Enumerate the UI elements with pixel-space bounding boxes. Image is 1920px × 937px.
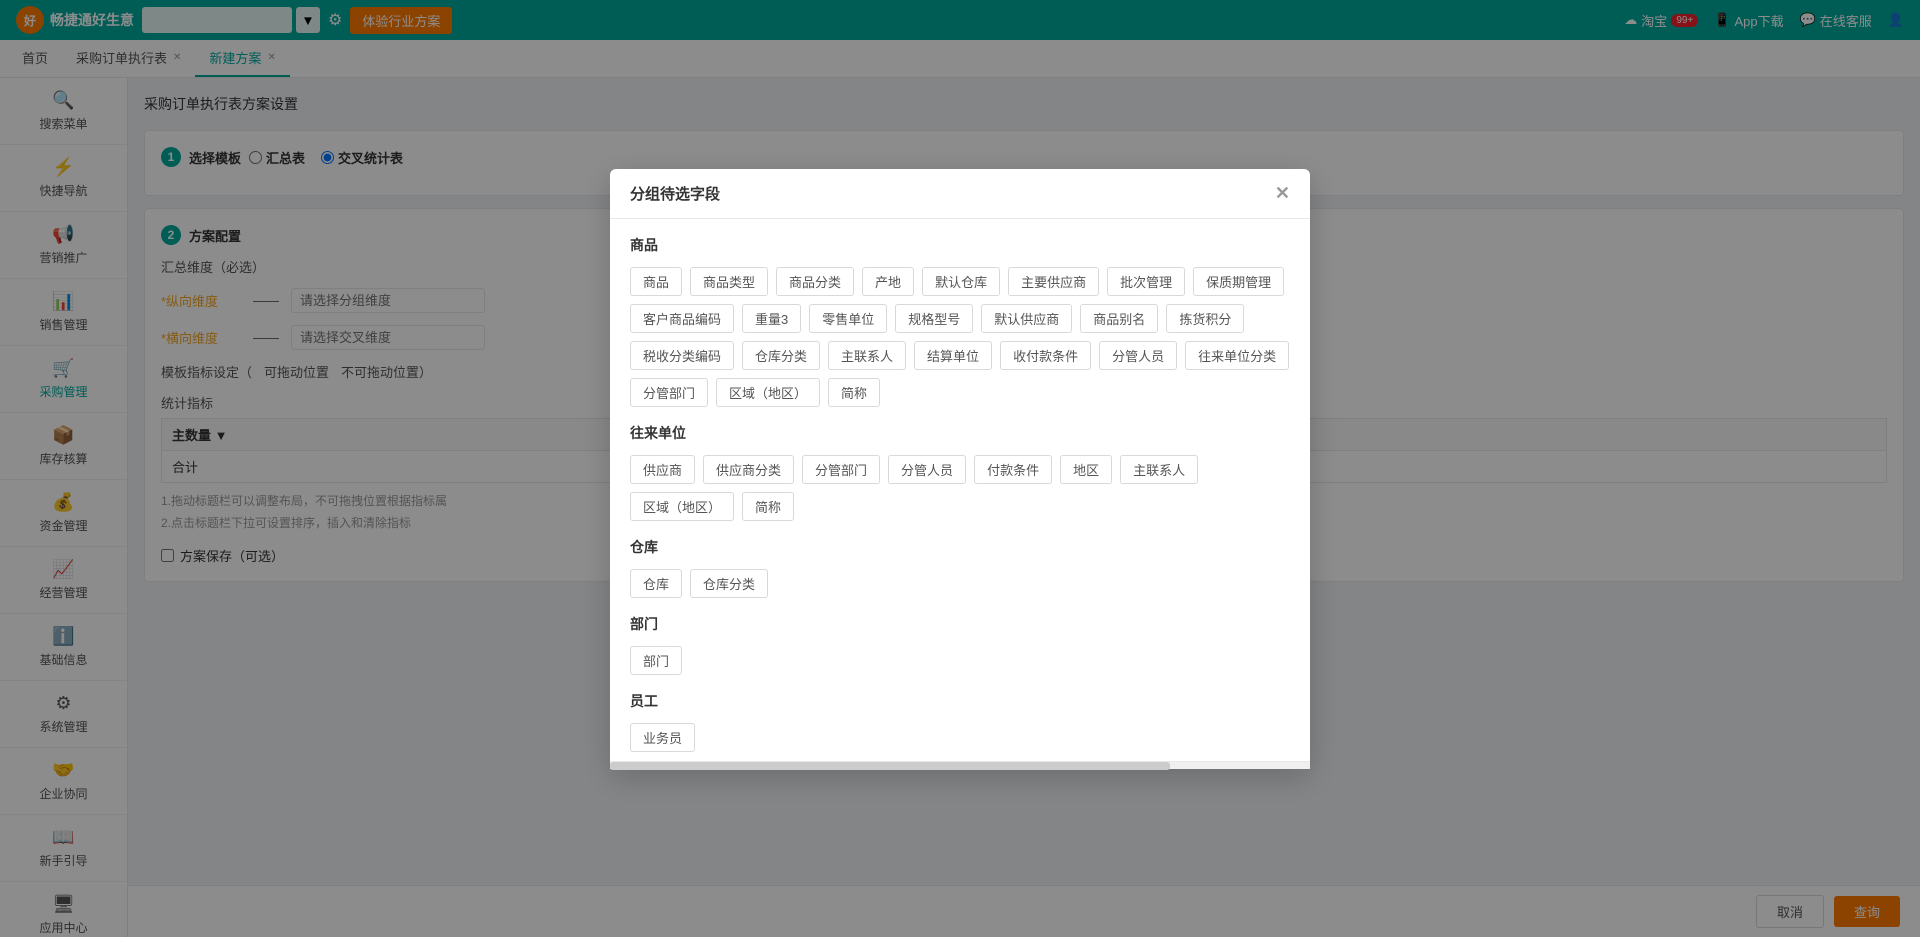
modal-section-title-1: 往来单位 [630,423,1290,443]
field-tag-0-24[interactable]: 简称 [828,378,880,407]
field-tag-0-9[interactable]: 重量3 [742,304,801,333]
modal-section-fields-2: 仓库仓库分类 [630,569,1290,598]
modal-overlay: 分组待选字段 ✕ 商品商品商品类型商品分类产地默认仓库主要供应商批次管理保质期管… [0,0,1920,937]
modal-body: 商品商品商品类型商品分类产地默认仓库主要供应商批次管理保质期管理客户商品编码重量… [610,219,1310,761]
field-tag-1-8[interactable]: 简称 [742,492,794,521]
field-tag-0-21[interactable]: 往来单位分类 [1185,341,1289,370]
field-tag-0-20[interactable]: 分管人员 [1099,341,1177,370]
field-tag-0-12[interactable]: 默认供应商 [981,304,1072,333]
modal-title: 分组待选字段 [630,183,720,204]
modal-section-title-4: 员工 [630,691,1290,711]
field-tag-3-0[interactable]: 部门 [630,646,682,675]
field-tag-0-4[interactable]: 默认仓库 [922,267,1000,296]
field-tag-0-17[interactable]: 主联系人 [828,341,906,370]
modal-section-title-2: 仓库 [630,537,1290,557]
modal-section-fields-0: 商品商品类型商品分类产地默认仓库主要供应商批次管理保质期管理客户商品编码重量3 零… [630,267,1290,407]
field-tag-0-3[interactable]: 产地 [862,267,914,296]
modal-section-fields-4: 业务员 [630,723,1290,752]
modal-section-title-3: 部门 [630,614,1290,634]
field-tag-0-14[interactable]: 拣货积分 [1166,304,1244,333]
field-tag-0-23[interactable]: 区域（地区） [716,378,820,407]
field-tag-0-18[interactable]: 结算单位 [914,341,992,370]
field-tag-0-16[interactable]: 仓库分类 [742,341,820,370]
modal-hscroll-thumb [610,762,1170,770]
modal-section-fields-1: 供应商供应商分类分管部门分管人员付款条件地区主联系人区域（地区） 简称 [630,455,1290,521]
field-tag-1-4[interactable]: 付款条件 [974,455,1052,484]
modal-horizontal-scrollbar[interactable] [610,761,1310,769]
field-tag-0-10[interactable]: 零售单位 [809,304,887,333]
field-tag-1-1[interactable]: 供应商分类 [703,455,794,484]
modal-close-btn[interactable]: ✕ [1275,184,1290,202]
field-tag-0-8[interactable]: 客户商品编码 [630,304,734,333]
field-tag-4-0[interactable]: 业务员 [630,723,695,752]
modal-section-title-0: 商品 [630,235,1290,255]
field-tag-2-0[interactable]: 仓库 [630,569,682,598]
field-tag-0-5[interactable]: 主要供应商 [1008,267,1099,296]
field-tag-1-6[interactable]: 主联系人 [1120,455,1198,484]
field-tag-0-22[interactable]: 分管部门 [630,378,708,407]
field-tag-0-2[interactable]: 商品分类 [776,267,854,296]
field-tag-0-15[interactable]: 税收分类编码 [630,341,734,370]
field-tag-0-6[interactable]: 批次管理 [1107,267,1185,296]
field-tag-1-0[interactable]: 供应商 [630,455,695,484]
field-tag-1-7[interactable]: 区域（地区） [630,492,734,521]
field-tag-0-7[interactable]: 保质期管理 [1193,267,1284,296]
field-tag-0-19[interactable]: 收付款条件 [1000,341,1091,370]
field-tag-2-1[interactable]: 仓库分类 [690,569,768,598]
field-tag-1-2[interactable]: 分管部门 [802,455,880,484]
field-tag-1-5[interactable]: 地区 [1060,455,1112,484]
field-tag-1-3[interactable]: 分管人员 [888,455,966,484]
modal-section-fields-3: 部门 [630,646,1290,675]
field-tag-0-1[interactable]: 商品类型 [690,267,768,296]
field-tag-0-0[interactable]: 商品 [630,267,682,296]
modal: 分组待选字段 ✕ 商品商品商品类型商品分类产地默认仓库主要供应商批次管理保质期管… [610,169,1310,769]
field-tag-0-13[interactable]: 商品别名 [1080,304,1158,333]
field-tag-0-11[interactable]: 规格型号 [895,304,973,333]
modal-header: 分组待选字段 ✕ [610,169,1310,219]
